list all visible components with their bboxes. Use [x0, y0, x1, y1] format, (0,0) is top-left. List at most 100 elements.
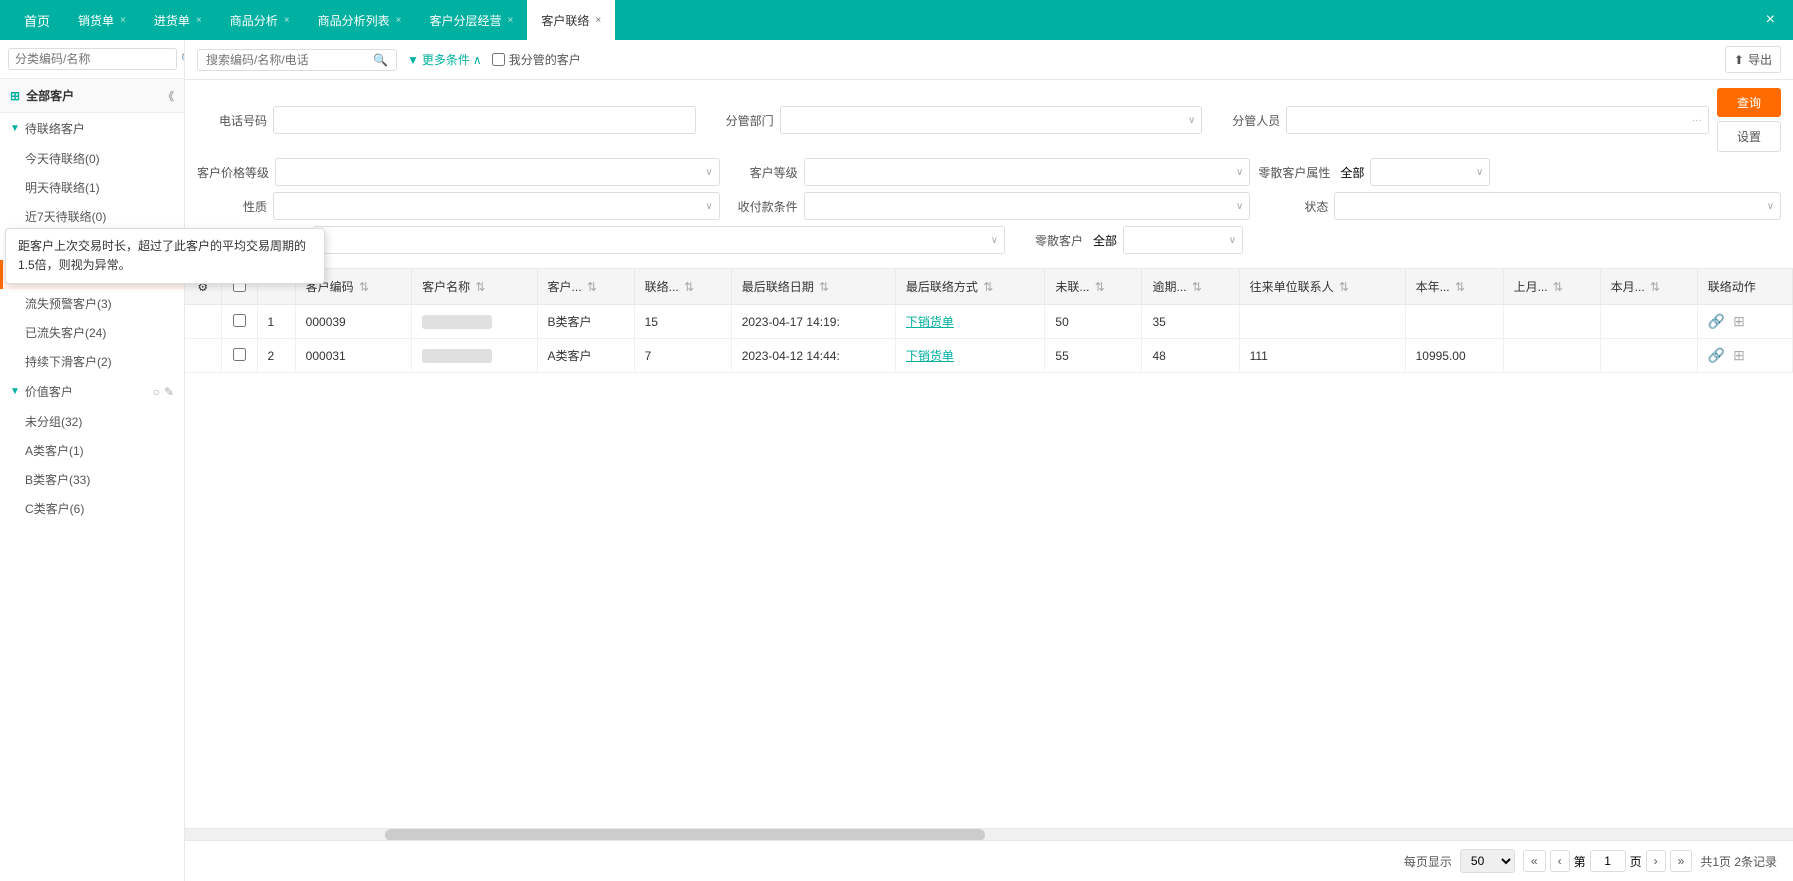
row2-grid-icon[interactable]: ⊞ [1733, 347, 1745, 364]
pending-group-title[interactable]: ▼ 待联络客户 [0, 113, 184, 144]
customer-type-select[interactable]: ∨ [313, 226, 1005, 254]
row2-checkbox[interactable] [221, 339, 257, 373]
uncontacted-col-header[interactable]: 未联... ⇅ [1045, 269, 1142, 305]
edit-icon[interactable]: ✎ [164, 385, 174, 399]
contact-sort-icon: ⇅ [684, 280, 694, 294]
last-contact-type-col-header[interactable]: 最后联络方式 ⇅ [895, 269, 1044, 305]
horizontal-scrollbar[interactable] [185, 828, 1793, 840]
row1-this-year [1405, 305, 1503, 339]
phone-input[interactable] [273, 106, 696, 134]
per-page-label: 每页显示 [1404, 853, 1452, 870]
last-month-col-header[interactable]: 上月... ⇅ [1503, 269, 1600, 305]
status-chevron-icon: ∨ [1767, 201, 1774, 212]
row2-last-contact-type[interactable]: 下销货单 [895, 339, 1044, 373]
retail-customer-select[interactable]: ∨ [1123, 226, 1243, 254]
prev-page-button[interactable]: ‹ [1550, 850, 1570, 872]
row2-select-checkbox[interactable] [233, 348, 246, 361]
price-grade-select[interactable]: ∨ [275, 158, 720, 186]
row1-grid-icon[interactable]: ⊞ [1733, 313, 1745, 330]
nav-product-analysis[interactable]: 商品分析 × [216, 0, 304, 40]
nav-customer-segment[interactable]: 客户分层经营 × [415, 0, 527, 40]
circle-icon[interactable]: ○ [153, 385, 160, 399]
customer-grade-select[interactable]: ∨ [804, 158, 1251, 186]
lost-warning-item[interactable]: 流失预警客户(3) [0, 289, 184, 318]
today-pending-item[interactable]: 今天待联络(0) [0, 144, 184, 173]
week-pending-item[interactable]: 近7天待联络(0) [0, 202, 184, 231]
last-contact-date-col-header[interactable]: 最后联络日期 ⇅ [731, 269, 895, 305]
close-sales-tab[interactable]: × [120, 15, 126, 26]
per-page-select[interactable]: 50 20 100 [1460, 849, 1515, 873]
close-purchase-tab[interactable]: × [196, 15, 202, 26]
row1-select-checkbox[interactable] [233, 314, 246, 327]
value-group-title[interactable]: ▼ 价值客户 ○ ✎ [0, 376, 184, 407]
close-product-analysis-list-tab[interactable]: × [396, 15, 402, 26]
nav-product-analysis-list[interactable]: 商品分析列表 × [304, 0, 416, 40]
sidebar-search-input[interactable] [8, 48, 177, 70]
first-page-button[interactable]: « [1523, 850, 1546, 872]
c-class-item[interactable]: C类客户(6) [0, 494, 184, 523]
name-col-header[interactable]: 客户名称 ⇅ [412, 269, 537, 305]
row2-link-icon[interactable]: 🔗 [1708, 347, 1725, 364]
row1-contact-type-link[interactable]: 下销货单 [906, 315, 954, 329]
more-conditions-button[interactable]: ▼ 更多条件 ∧ [407, 51, 482, 68]
overdue-col-header[interactable]: 逾期... ⇅ [1142, 269, 1239, 305]
tomorrow-pending-item[interactable]: 明天待联络(1) [0, 173, 184, 202]
category-col-header[interactable]: 客户... ⇅ [537, 269, 634, 305]
nature-select[interactable]: ∨ [273, 192, 720, 220]
close-product-analysis-tab[interactable]: × [284, 15, 290, 26]
my-customers-filter[interactable]: 我分管的客户 [492, 51, 581, 68]
page-input[interactable] [1590, 850, 1626, 872]
ungroup-item[interactable]: 未分组(32) [0, 407, 184, 436]
contact-col-header[interactable]: 联络... ⇅ [634, 269, 731, 305]
my-customers-checkbox[interactable] [492, 53, 505, 66]
row1-link-icon[interactable]: 🔗 [1708, 313, 1725, 330]
a-class-item[interactable]: A类客户(1) [0, 436, 184, 465]
row2-overdue: 48 [1142, 339, 1239, 373]
last-month-sort-icon: ⇅ [1553, 280, 1563, 294]
next-page-button[interactable]: › [1646, 850, 1666, 872]
manager-select[interactable]: ··· [1286, 106, 1709, 134]
left-sidebar: 🔍 ⊞ 全部客户 《 ▼ 待联络客户 今天待联络(0) 明天待联络(1) 近7天… [0, 40, 185, 881]
nav-home[interactable]: 首页 [10, 0, 64, 40]
this-month-col-header[interactable]: 本月... ⇅ [1600, 269, 1697, 305]
row2-last-contact-date: 2023-04-12 14:44: [731, 339, 895, 373]
row1-last-contact-type[interactable]: 下销货单 [895, 305, 1044, 339]
close-customer-segment-tab[interactable]: × [507, 15, 513, 26]
unit-contact-col-header[interactable]: 往来单位联系人 ⇅ [1239, 269, 1405, 305]
last-page-button[interactable]: » [1670, 850, 1693, 872]
main-search-input[interactable] [206, 53, 369, 67]
nav-sales[interactable]: 销货单 × [64, 0, 140, 40]
last-date-sort-icon: ⇅ [819, 280, 829, 294]
query-button[interactable]: 查询 [1717, 88, 1781, 117]
total-info: 共1页 2条记录 [1700, 853, 1777, 870]
all-customers-title[interactable]: ⊞ 全部客户 《 [0, 79, 184, 113]
phone-filter: 电话号码 [197, 106, 696, 134]
this-year-col-header[interactable]: 本年... ⇅ [1405, 269, 1503, 305]
value-arrow-icon: ▼ [10, 386, 20, 397]
row2-contact-type-link[interactable]: 下销货单 [906, 349, 954, 363]
close-customer-contact-tab[interactable]: × [595, 15, 601, 26]
status-select[interactable]: ∨ [1334, 192, 1781, 220]
nav-customer-contact[interactable]: 客户联络 × [527, 0, 615, 40]
dept-select[interactable]: ∨ [780, 106, 1203, 134]
this-year-sort-icon: ⇅ [1455, 280, 1465, 294]
collapse-sidebar-button[interactable]: 《 [163, 88, 174, 104]
main-search-icon[interactable]: 🔍 [373, 53, 388, 67]
row1-checkbox[interactable] [221, 305, 257, 339]
nature-label: 性质 [197, 198, 267, 215]
export-button[interactable]: ⬆ 导出 [1725, 46, 1781, 73]
retail-attr-select[interactable]: ∨ [1370, 158, 1490, 186]
row1-contact: 15 [634, 305, 731, 339]
advanced-filters: 电话号码 分管部门 ∨ 分管人员 ··· [185, 80, 1793, 269]
payment-select[interactable]: ∨ [804, 192, 1251, 220]
code-sort-icon: ⇅ [359, 280, 369, 294]
nav-purchase[interactable]: 进货单 × [140, 0, 216, 40]
filter-bar: 🔍 ▼ 更多条件 ∧ 我分管的客户 ⬆ 导出 [185, 40, 1793, 80]
setting-button[interactable]: 设置 [1717, 121, 1781, 152]
b-class-item[interactable]: B类客户(33) [0, 465, 184, 494]
keep-down-item[interactable]: 持续下滑客户(2) [0, 347, 184, 376]
already-lost-item[interactable]: 已流失客户(24) [0, 318, 184, 347]
close-all-button[interactable]: × [1758, 11, 1783, 29]
manager-label: 分管人员 [1210, 112, 1280, 129]
uncontacted-sort-icon: ⇅ [1095, 280, 1105, 294]
